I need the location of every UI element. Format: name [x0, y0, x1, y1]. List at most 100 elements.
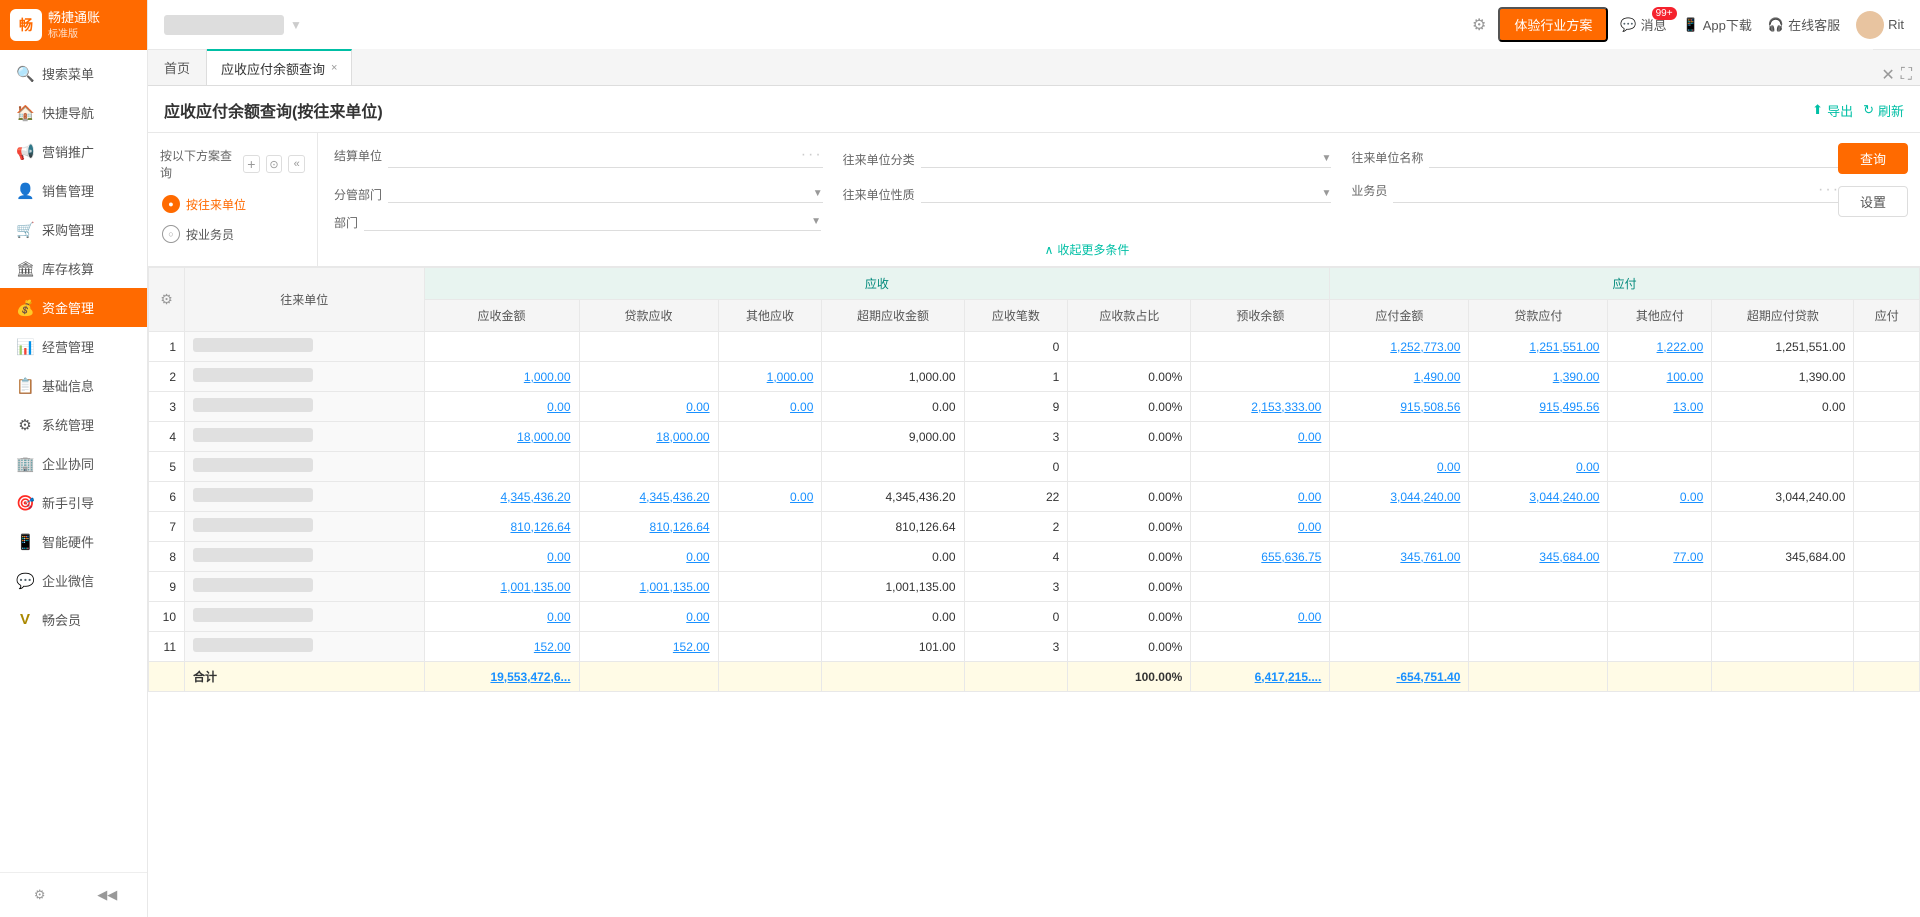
- app-download-button[interactable]: 📱 App下载: [1683, 15, 1752, 34]
- cell-link[interactable]: 18,000.00: [579, 422, 718, 452]
- cell-link[interactable]: 1,222.00: [1608, 332, 1712, 362]
- cell-link[interactable]: 0.00: [1330, 452, 1469, 482]
- refresh-button[interactable]: ↻ 刷新: [1863, 101, 1904, 120]
- sidebar-item-marketing[interactable]: 📢 营销推广: [0, 132, 147, 171]
- cell-link[interactable]: 0.00: [579, 602, 718, 632]
- query-by-partner[interactable]: ● 按往来单位: [148, 189, 317, 219]
- tab-home[interactable]: 首页: [148, 49, 207, 85]
- topbar-settings-icon[interactable]: ⚙: [1472, 15, 1486, 35]
- cell-partner: [185, 572, 425, 602]
- cell-link[interactable]: 100.00: [1608, 362, 1712, 392]
- sidebar-item-company[interactable]: 🏢 企业协同: [0, 444, 147, 483]
- promo-button[interactable]: 体验行业方案: [1498, 7, 1608, 42]
- cell-link[interactable]: 1,390.00: [1469, 362, 1608, 392]
- cell-link[interactable]: 0.00: [424, 602, 579, 632]
- cell-link[interactable]: 0.00: [1191, 512, 1330, 542]
- cell-link[interactable]: 0.00: [1191, 422, 1330, 452]
- cell-link[interactable]: 0.00: [424, 392, 579, 422]
- th-settings[interactable]: ⚙: [149, 268, 185, 332]
- cell-link[interactable]: 0.00: [718, 392, 822, 422]
- cell-link[interactable]: 77.00: [1608, 542, 1712, 572]
- online-service-button[interactable]: 🎧 在线客服: [1768, 15, 1840, 34]
- user-avatar-area[interactable]: Rit: [1856, 11, 1904, 39]
- cell-link[interactable]: 152.00: [424, 632, 579, 662]
- row-index: 4: [149, 422, 185, 452]
- scheme-settings-btn[interactable]: ⊙: [266, 155, 283, 173]
- partner-category-dropdown[interactable]: ▼: [921, 150, 1332, 168]
- setting-button[interactable]: 设置: [1838, 186, 1908, 217]
- msg-button[interactable]: 💬 消息 99+: [1620, 15, 1666, 34]
- cell-link[interactable]: 1,490.00: [1330, 362, 1469, 392]
- cell-link[interactable]: 18,000.00: [424, 422, 579, 452]
- cell-link[interactable]: 810,126.64: [424, 512, 579, 542]
- collapse-filter-btn[interactable]: ∧ 收起更多条件: [334, 237, 1840, 262]
- cell-link[interactable]: 13.00: [1608, 392, 1712, 422]
- table-row: 8 0.00 0.00 0.00 4 0.00% 655,636.75 345,…: [149, 542, 1920, 572]
- export-button[interactable]: ⬆ 导出: [1812, 101, 1853, 120]
- sidebar-item-finance[interactable]: 💰 资金管理: [0, 288, 147, 327]
- cell-link[interactable]: 915,508.56: [1330, 392, 1469, 422]
- cell-link[interactable]: 345,684.00: [1469, 542, 1608, 572]
- cell-link[interactable]: 915,495.56: [1469, 392, 1608, 422]
- cell-link[interactable]: 810,126.64: [579, 512, 718, 542]
- cell-link[interactable]: 0.00: [579, 392, 718, 422]
- cell-link[interactable]: 4,345,436.20: [424, 482, 579, 512]
- sidebar-item-wechat[interactable]: 💬 企业微信: [0, 561, 147, 600]
- tab-active[interactable]: 应收应付余额查询 ×: [207, 49, 352, 85]
- cell-link[interactable]: 0.00: [1191, 482, 1330, 512]
- cell-link[interactable]: 0.00: [579, 542, 718, 572]
- sidebar-item-basic-info[interactable]: 📋 基础信息: [0, 366, 147, 405]
- sidebar-item-vip[interactable]: V 畅会员: [0, 600, 147, 639]
- dept-manage-dropdown[interactable]: ▼: [388, 185, 823, 203]
- salesman-input[interactable]: ···: [1393, 178, 1840, 203]
- cell-link[interactable]: 1,251,551.00: [1469, 332, 1608, 362]
- table-settings-icon[interactable]: ⚙: [160, 291, 173, 307]
- sidebar-item-inventory[interactable]: 🏛 库存核算: [0, 249, 147, 288]
- window-expand-btn[interactable]: ⛶: [1901, 66, 1912, 84]
- partner-name-input[interactable]: [1429, 147, 1840, 168]
- sidebar-item-search-menu[interactable]: 🔍 搜索菜单: [0, 54, 147, 93]
- sidebar-item-sales[interactable]: 👤 销售管理: [0, 171, 147, 210]
- scheme-collapse-btn[interactable]: «: [288, 155, 305, 173]
- cell-partner: [185, 452, 425, 482]
- add-scheme-btn[interactable]: +: [243, 155, 260, 173]
- settle-unit-input[interactable]: ···: [388, 143, 823, 168]
- sidebar-settings-btn[interactable]: ⚙: [10, 883, 70, 907]
- sidebar-item-quick-nav[interactable]: 🏠 快捷导航: [0, 93, 147, 132]
- sidebar-item-operation[interactable]: 📊 经营管理: [0, 327, 147, 366]
- sidebar-item-system[interactable]: ⚙ 系统管理: [0, 405, 147, 444]
- tab-close-button[interactable]: ×: [331, 62, 337, 74]
- sidebar-item-purchase[interactable]: 🛒 采购管理: [0, 210, 147, 249]
- cell-link[interactable]: 3,044,240.00: [1330, 482, 1469, 512]
- window-close-btn[interactable]: ✕: [1881, 65, 1894, 85]
- dept-dropdown[interactable]: ▼: [364, 213, 821, 231]
- cell-link[interactable]: 3,044,240.00: [1469, 482, 1608, 512]
- query-button[interactable]: 查询: [1838, 143, 1908, 174]
- cell-link[interactable]: 152.00: [579, 632, 718, 662]
- sidebar-item-hardware[interactable]: 📱 智能硬件: [0, 522, 147, 561]
- cell-link[interactable]: 1,252,773.00: [1330, 332, 1469, 362]
- total-pay-amount[interactable]: -654,751.40: [1330, 662, 1469, 692]
- partner-nature-dropdown[interactable]: ▼: [921, 185, 1332, 203]
- total-recv-prepay[interactable]: 6,417,215....: [1191, 662, 1330, 692]
- cell-link[interactable]: 1,001,135.00: [579, 572, 718, 602]
- cell-link[interactable]: 345,761.00: [1330, 542, 1469, 572]
- th-recv-count: 应收笔数: [964, 300, 1068, 332]
- total-recv-amount[interactable]: 19,553,472,6...: [424, 662, 579, 692]
- cell-link[interactable]: 0.00: [1608, 482, 1712, 512]
- cell-link[interactable]: 0.00: [424, 542, 579, 572]
- filter-dept: 部门 ▼: [334, 213, 821, 231]
- cell-link[interactable]: 0.00: [1469, 452, 1608, 482]
- msg-icon: 💬: [1620, 17, 1636, 33]
- sidebar-collapse-btn[interactable]: ◀◀: [78, 883, 138, 907]
- cell-link[interactable]: 655,636.75: [1191, 542, 1330, 572]
- cell-link[interactable]: 1,000.00: [424, 362, 579, 392]
- cell-link[interactable]: 1,000.00: [718, 362, 822, 392]
- sidebar-item-guide[interactable]: 🎯 新手引导: [0, 483, 147, 522]
- cell-link[interactable]: 1,001,135.00: [424, 572, 579, 602]
- cell-link[interactable]: 0.00: [718, 482, 822, 512]
- cell-link[interactable]: 0.00: [1191, 602, 1330, 632]
- cell-link[interactable]: 4,345,436.20: [579, 482, 718, 512]
- cell-link[interactable]: 2,153,333.00: [1191, 392, 1330, 422]
- query-by-salesman[interactable]: ○ 按业务员: [148, 219, 317, 249]
